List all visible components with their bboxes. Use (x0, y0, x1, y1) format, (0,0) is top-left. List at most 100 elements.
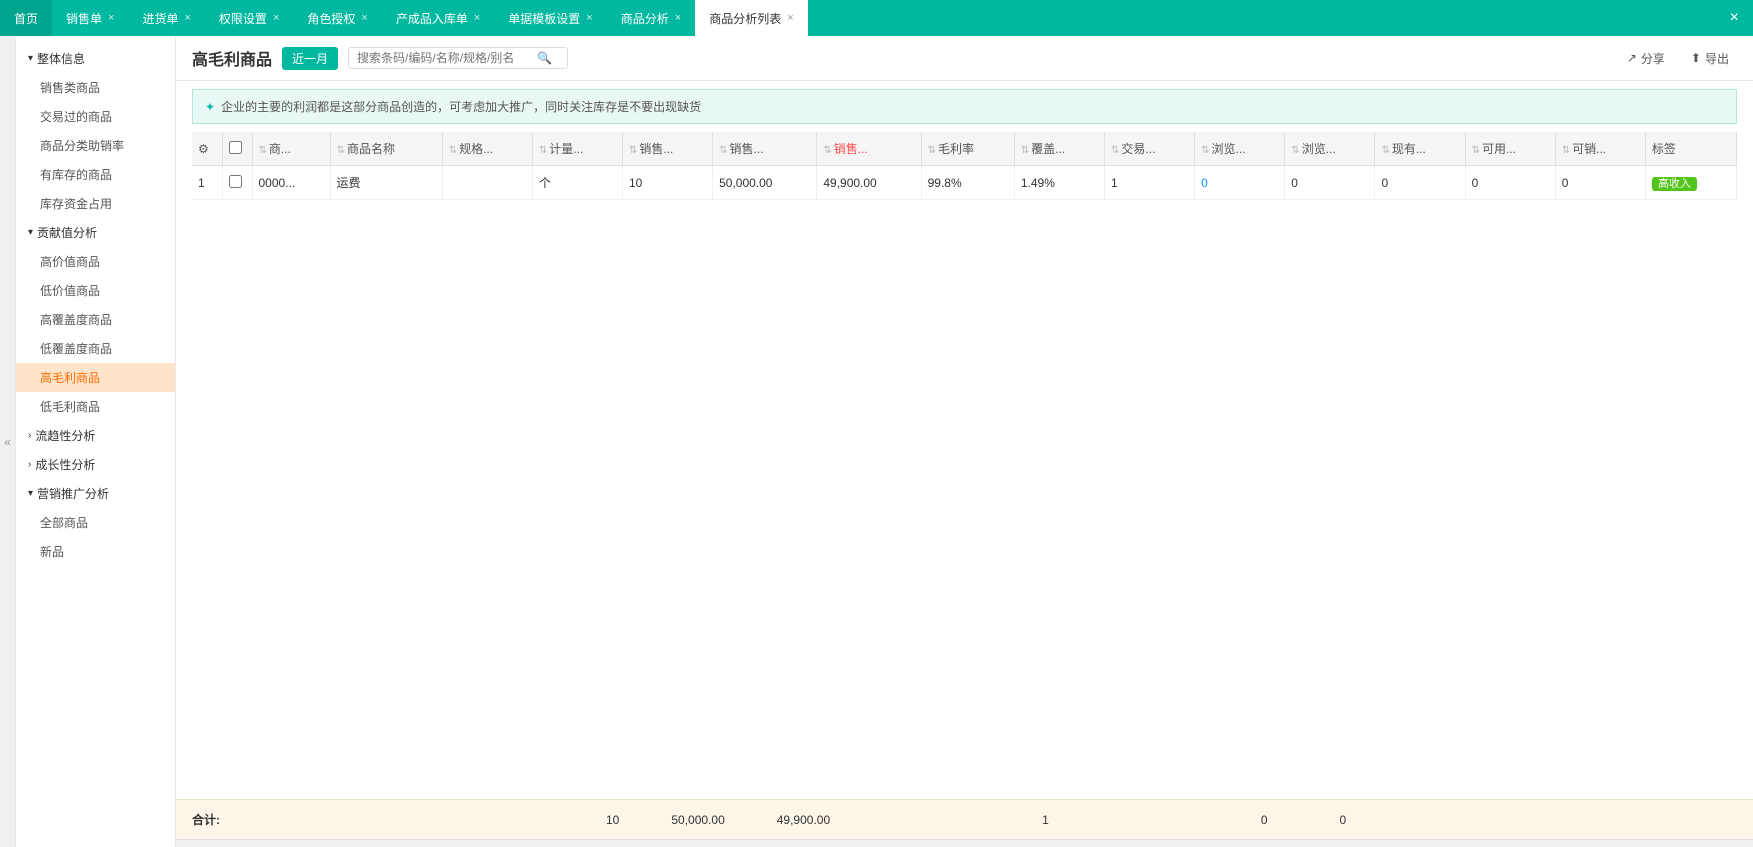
arrow-icon: ▾ (28, 488, 33, 499)
tab-product-warehouse-close[interactable]: × (474, 12, 480, 24)
footer-sale-profit: 49,900.00 (771, 813, 836, 827)
footer-cells: 10 50,000.00 49,900.00 1 0 0 (240, 813, 1737, 827)
sidebar-item-high-margin[interactable]: 高毛利商品 (16, 363, 175, 392)
col-gross-margin[interactable]: ⇅毛利率 (921, 132, 1014, 166)
sidebar-item-low-value[interactable]: 低价值商品 (16, 276, 175, 305)
col-settings[interactable]: ⚙ (192, 132, 222, 166)
table-container: ⚙ ⇅商... ⇅商品名称 ⇅规格... (176, 132, 1753, 799)
top-nav: 首页 销售单 × 进货单 × 权限设置 × 角色授权 × 产成品入库单 × 单据… (0, 0, 1753, 36)
sidebar-item-low-coverage[interactable]: 低覆盖度商品 (16, 334, 175, 363)
export-button[interactable]: ⬆ 导出 (1683, 47, 1737, 70)
table-header-row: ⚙ ⇅商... ⇅商品名称 ⇅规格... (192, 132, 1737, 166)
col-sale-amount[interactable]: ⇅销售... (713, 132, 817, 166)
sidebar-group-contribution[interactable]: ▾ 贡献值分析 (16, 218, 175, 247)
tab-sales[interactable]: 销售单 × (52, 0, 128, 36)
page-title: 高毛利商品 (192, 46, 272, 70)
cell-index: 1 (192, 166, 222, 200)
sidebar-item-all-goods[interactable]: 全部商品 (16, 508, 175, 537)
cell-spec (442, 166, 532, 200)
info-banner: ✦ 企业的主要的利润都是这部分商品创造的，可考虑加大推广，同时关注库存是不要出现… (192, 89, 1737, 124)
tab-home[interactable]: 首页 (0, 0, 52, 36)
tab-purchase-close[interactable]: × (184, 12, 190, 24)
tab-analysis-list[interactable]: 商品分析列表 × (695, 0, 807, 36)
window-close[interactable]: × (1716, 0, 1753, 36)
share-icon: ↗ (1627, 51, 1637, 65)
tab-role[interactable]: 角色授权 × (293, 0, 381, 36)
sidebar-group-trend[interactable]: › 流趋性分析 (16, 421, 175, 450)
col-salable[interactable]: ⇅可销... (1555, 132, 1645, 166)
col-name[interactable]: ⇅商品名称 (330, 132, 442, 166)
sidebar-item-high-value[interactable]: 高价值商品 (16, 247, 175, 276)
cell-available: 0 (1465, 166, 1555, 200)
sidebar-group-growth[interactable]: › 成长性分析 (16, 450, 175, 479)
col-current-stock[interactable]: ⇅现有... (1375, 132, 1465, 166)
tab-template-close[interactable]: × (586, 12, 592, 24)
tag-badge: 高收入 (1652, 177, 1697, 191)
tab-analysis-close[interactable]: × (675, 12, 681, 24)
tab-product-warehouse[interactable]: 产成品入库单 × (382, 0, 494, 36)
select-all-checkbox[interactable] (229, 141, 242, 154)
sidebar-item-sales-goods[interactable]: 销售类商品 (16, 73, 175, 102)
sidebar-item-stock-fund[interactable]: 库存资金占用 (16, 189, 175, 218)
footer-sale-amount: 50,000.00 (665, 813, 730, 827)
col-coverage[interactable]: ⇅覆盖... (1014, 132, 1104, 166)
cell-transaction: 1 (1105, 166, 1195, 200)
info-icon: ✦ (205, 100, 215, 114)
col-code[interactable]: ⇅商... (252, 132, 330, 166)
sidebar-item-new-goods[interactable]: 新品 (16, 537, 175, 566)
arrow-icon: › (28, 430, 31, 441)
data-table: ⚙ ⇅商... ⇅商品名称 ⇅规格... (192, 132, 1737, 200)
cell-salable: 0 (1555, 166, 1645, 200)
cell-browse1[interactable]: 0 (1195, 166, 1285, 200)
cell-code: 0000... (252, 166, 330, 200)
col-sale-count[interactable]: ⇅销售... (622, 132, 712, 166)
col-checkbox[interactable] (222, 132, 252, 166)
tab-permission[interactable]: 权限设置 × (205, 0, 293, 36)
sidebar-item-category-rate[interactable]: 商品分类助销率 (16, 131, 175, 160)
sidebar-item-stock-goods[interactable]: 有库存的商品 (16, 160, 175, 189)
tab-sales-close[interactable]: × (108, 12, 114, 24)
content-header: 高毛利商品 近一月 🔍 ↗ 分享 ⬆ 导出 (176, 36, 1753, 81)
col-tag[interactable]: 标签 (1645, 132, 1736, 166)
footer-salable: 0 (1334, 813, 1353, 827)
cell-sale-profit: 49,900.00 (817, 166, 921, 200)
search-icon[interactable]: 🔍 (537, 51, 552, 65)
search-box: 🔍 (348, 47, 568, 69)
tab-permission-close[interactable]: × (273, 12, 279, 24)
col-browse2[interactable]: ⇅浏览... (1285, 132, 1375, 166)
tab-analysis-list-close[interactable]: × (787, 12, 793, 24)
col-sale-profit[interactable]: ⇅销售... (817, 132, 921, 166)
share-button[interactable]: ↗ 分享 (1619, 47, 1673, 70)
search-input[interactable] (357, 51, 537, 65)
cell-name: 运费 (330, 166, 442, 200)
horizontal-scrollbar[interactable] (176, 839, 1753, 847)
tab-template[interactable]: 单据模板设置 × (494, 0, 606, 36)
sidebar-group-overall[interactable]: ▾ 整体信息 (16, 44, 175, 73)
sidebar-item-traded-goods[interactable]: 交易过的商品 (16, 102, 175, 131)
cell-tag: 高收入 (1645, 166, 1736, 200)
col-browse1[interactable]: ⇅浏览... (1195, 132, 1285, 166)
sidebar-item-high-coverage[interactable]: 高覆盖度商品 (16, 305, 175, 334)
cell-current-stock: 0 (1375, 166, 1465, 200)
cell-browse2: 0 (1285, 166, 1375, 200)
content-area: 高毛利商品 近一月 🔍 ↗ 分享 ⬆ 导出 ✦ 企业的主要的利润都是这部分商品创… (176, 36, 1753, 847)
cell-coverage: 1.49% (1014, 166, 1104, 200)
export-icon: ⬆ (1691, 51, 1701, 65)
sidebar: ▾ 整体信息 销售类商品 交易过的商品 商品分类助销率 有库存的商品 库存资金占… (16, 36, 176, 847)
col-unit[interactable]: ⇅计量... (532, 132, 622, 166)
footer-total: 合计: 10 50,000.00 49,900.00 1 0 0 (176, 799, 1753, 839)
col-available[interactable]: ⇅可用... (1465, 132, 1555, 166)
footer-available: 0 (1255, 813, 1274, 827)
row-checkbox[interactable] (229, 175, 242, 188)
tab-role-close[interactable]: × (361, 12, 367, 24)
tab-analysis[interactable]: 商品分析 × (607, 0, 695, 36)
period-button[interactable]: 近一月 (282, 47, 338, 70)
col-transaction[interactable]: ⇅交易... (1105, 132, 1195, 166)
tab-purchase[interactable]: 进货单 × (128, 0, 204, 36)
sidebar-item-low-margin[interactable]: 低毛利商品 (16, 392, 175, 421)
sidebar-toggle[interactable]: « (0, 36, 16, 847)
col-spec[interactable]: ⇅规格... (442, 132, 532, 166)
sidebar-group-marketing[interactable]: ▾ 营销推广分析 (16, 479, 175, 508)
cell-checkbox[interactable] (222, 166, 252, 200)
arrow-icon: ▾ (28, 53, 33, 64)
